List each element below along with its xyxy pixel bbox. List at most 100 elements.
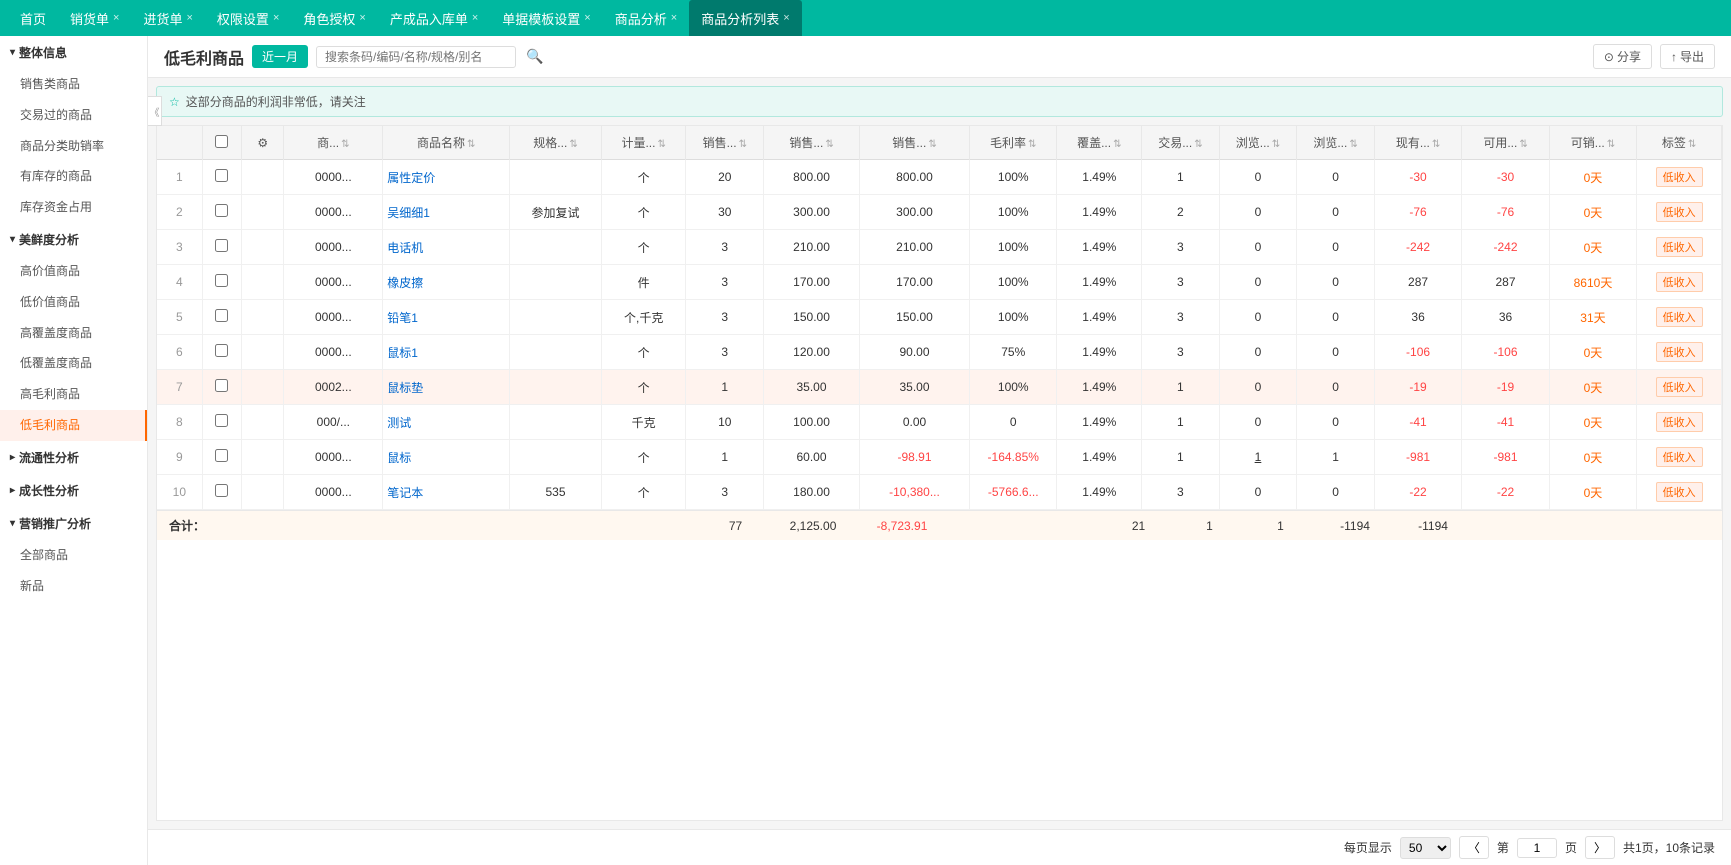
row-browse1[interactable]: 1 (1219, 440, 1297, 475)
per-page-select[interactable]: 50 20 100 200 (1400, 837, 1451, 859)
sidebar-item-sales-products[interactable]: 销售类商品 (0, 69, 147, 100)
row-name[interactable]: 橡皮擦 (383, 265, 510, 300)
sidebar-item-high-gross[interactable]: 高毛利商品 (0, 379, 147, 410)
col-coverage[interactable]: 覆盖...⇅ (1057, 126, 1142, 160)
row-checkbox-cell[interactable] (202, 475, 242, 510)
close-icon[interactable]: × (186, 12, 192, 24)
col-sales-profit[interactable]: 销售...⇅ (859, 126, 969, 160)
row-checkbox-cell[interactable] (202, 265, 242, 300)
next-page-button[interactable]: 〉 (1585, 836, 1615, 859)
col-sales-qty[interactable]: 销售...⇅ (686, 126, 764, 160)
col-browse2[interactable]: 浏览...⇅ (1297, 126, 1375, 160)
search-input[interactable] (316, 46, 516, 68)
sidebar-item-stock-products[interactable]: 有库存的商品 (0, 161, 147, 192)
col-browse1[interactable]: 浏览...⇅ (1219, 126, 1297, 160)
close-icon[interactable]: × (783, 12, 789, 24)
row-name[interactable]: 属性定价 (383, 160, 510, 195)
row-name[interactable]: 测试 (383, 405, 510, 440)
row-name[interactable]: 笔记本 (383, 475, 510, 510)
col-spec[interactable]: 规格...⇅ (510, 126, 602, 160)
close-icon[interactable]: × (671, 12, 677, 24)
sidebar-item-low-value[interactable]: 低价值商品 (0, 287, 147, 318)
nav-role-auth[interactable]: 角色授权× (291, 0, 377, 36)
row-checkbox-cell[interactable] (202, 405, 242, 440)
col-sellable[interactable]: 可销...⇅ (1549, 126, 1636, 160)
sidebar-item-high-coverage[interactable]: 高覆盖度商品 (0, 318, 147, 349)
row-sales-profit: 0.00 (859, 405, 969, 440)
col-sales-price[interactable]: 销售...⇅ (764, 126, 860, 160)
sidebar-group-growth[interactable]: ▸ 成长性分析 (0, 474, 147, 507)
row-coverage: 1.49% (1057, 475, 1142, 510)
row-name[interactable]: 铅笔1 (383, 300, 510, 335)
row-checkbox[interactable] (215, 169, 228, 182)
sidebar-group-overall[interactable]: ▾ 整体信息 (0, 36, 147, 69)
sidebar-group-freshness[interactable]: ▾ 美鲜度分析 (0, 223, 147, 256)
sidebar-collapse-button[interactable]: 《 (148, 96, 162, 126)
nav-permissions[interactable]: 权限设置× (205, 0, 291, 36)
sidebar-group-marketing[interactable]: ▾ 营销推广分析 (0, 507, 147, 540)
sidebar-group-circulation[interactable]: ▸ 流通性分析 (0, 441, 147, 474)
date-filter-button[interactable]: 近一月 (252, 45, 308, 68)
row-name[interactable]: 电话机 (383, 230, 510, 265)
row-checkbox-cell[interactable] (202, 195, 242, 230)
close-icon[interactable]: × (472, 12, 478, 24)
col-code[interactable]: 商...⇅ (284, 126, 383, 160)
row-checkbox[interactable] (215, 344, 228, 357)
page-input[interactable] (1517, 838, 1557, 858)
row-checkbox-cell[interactable] (202, 370, 242, 405)
col-unit[interactable]: 计量...⇅ (601, 126, 686, 160)
share-button[interactable]: ⊙ 分享 (1593, 44, 1652, 69)
col-trade[interactable]: 交易...⇅ (1142, 126, 1220, 160)
row-name[interactable]: 鼠标1 (383, 335, 510, 370)
col-tag[interactable]: 标签⇅ (1637, 126, 1722, 160)
col-checkbox[interactable] (202, 126, 242, 160)
row-name[interactable]: 鼠标垫 (383, 370, 510, 405)
row-checkbox-cell[interactable] (202, 440, 242, 475)
row-checkbox[interactable] (215, 379, 228, 392)
sidebar: ▾ 整体信息 销售类商品 交易过的商品 商品分类助销率 有库存的商品 库存资金占… (0, 36, 148, 865)
nav-product-analysis-list[interactable]: 商品分析列表× (689, 0, 801, 36)
col-current[interactable]: 现有...⇅ (1374, 126, 1461, 160)
row-checkbox-cell[interactable] (202, 300, 242, 335)
row-name[interactable]: 吴细细1 (383, 195, 510, 230)
export-button[interactable]: ↑ 导出 (1660, 44, 1715, 69)
close-icon[interactable]: × (273, 12, 279, 24)
row-checkbox[interactable] (215, 239, 228, 252)
nav-purchase-order[interactable]: 进货单× (131, 0, 204, 36)
row-checkbox-cell[interactable] (202, 335, 242, 370)
sidebar-item-inventory-capital[interactable]: 库存资金占用 (0, 192, 147, 223)
col-gross-rate[interactable]: 毛利率⇅ (970, 126, 1057, 160)
col-current-label: 现有... (1396, 136, 1430, 150)
search-button[interactable]: 🔍 (526, 48, 543, 65)
sidebar-item-new-products[interactable]: 新品 (0, 571, 147, 602)
col-settings[interactable]: ⚙ (242, 126, 284, 160)
sidebar-item-traded-products[interactable]: 交易过的商品 (0, 100, 147, 131)
select-all-checkbox[interactable] (215, 135, 228, 148)
row-checkbox[interactable] (215, 449, 228, 462)
row-checkbox[interactable] (215, 414, 228, 427)
close-icon[interactable]: × (359, 12, 365, 24)
sidebar-item-all-products[interactable]: 全部商品 (0, 540, 147, 571)
nav-product-analysis[interactable]: 商品分析× (603, 0, 689, 36)
sidebar-item-category-sales[interactable]: 商品分类助销率 (0, 131, 147, 162)
nav-template-settings[interactable]: 单据模板设置× (490, 0, 602, 36)
sidebar-item-low-coverage[interactable]: 低覆盖度商品 (0, 348, 147, 379)
nav-sales-order[interactable]: 销货单× (58, 0, 131, 36)
col-name[interactable]: 商品名称⇅ (383, 126, 510, 160)
nav-home[interactable]: 首页 (8, 0, 58, 36)
row-checkbox[interactable] (215, 274, 228, 287)
close-icon[interactable]: × (113, 12, 119, 24)
sidebar-item-low-gross[interactable]: 低毛利商品 (0, 410, 147, 441)
sidebar-item-high-value[interactable]: 高价值商品 (0, 256, 147, 287)
col-available[interactable]: 可用...⇅ (1462, 126, 1549, 160)
row-available: -106 (1462, 335, 1549, 370)
row-name[interactable]: 鼠标 (383, 440, 510, 475)
row-checkbox[interactable] (215, 204, 228, 217)
row-checkbox-cell[interactable] (202, 230, 242, 265)
row-checkbox[interactable] (215, 484, 228, 497)
row-checkbox[interactable] (215, 309, 228, 322)
close-icon[interactable]: × (584, 12, 590, 24)
prev-page-button[interactable]: 〈 (1459, 836, 1489, 859)
nav-product-in[interactable]: 产成品入库单× (378, 0, 490, 36)
row-checkbox-cell[interactable] (202, 160, 242, 195)
